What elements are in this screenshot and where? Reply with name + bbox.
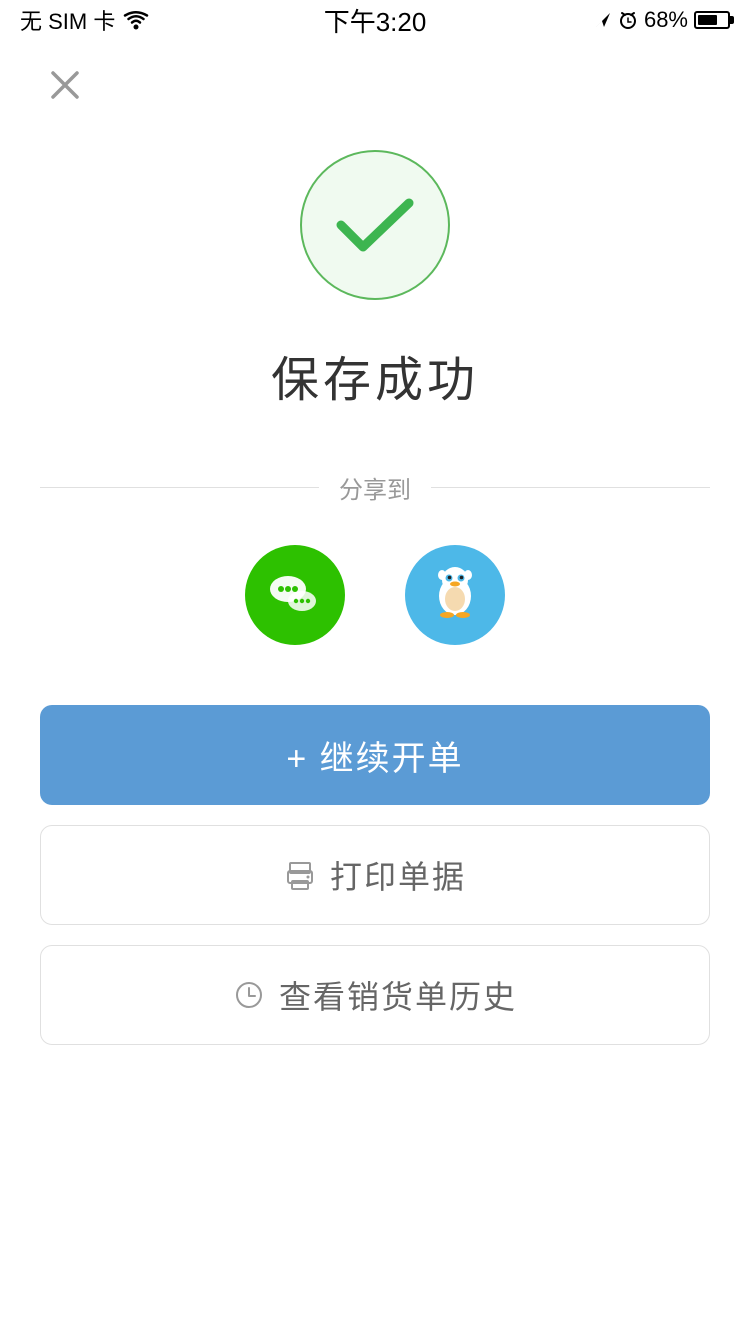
wechat-share-button[interactable]	[245, 545, 345, 645]
status-left: 无 SIM 卡	[20, 4, 149, 36]
checkmark-icon	[335, 195, 415, 255]
status-right: 68%	[594, 7, 730, 33]
main-content: 保存成功 分享到	[0, 40, 750, 1085]
success-section: 保存成功	[40, 150, 710, 410]
history-icon	[233, 979, 265, 1011]
print-button[interactable]: 打印单据	[40, 825, 710, 925]
share-label: 分享到	[339, 470, 411, 505]
status-bar: 无 SIM 卡 下午3:20 68%	[0, 0, 750, 40]
continue-order-button[interactable]: + 继续开单	[40, 705, 710, 805]
no-sim-text: 无 SIM 卡	[20, 4, 115, 36]
status-time: 下午3:20	[324, 2, 427, 39]
location-icon	[594, 11, 612, 29]
action-buttons: + 继续开单 打印单据 查看销货单历史	[40, 705, 710, 1045]
share-section: 分享到	[40, 470, 710, 645]
success-title: 保存成功	[271, 340, 479, 410]
share-divider: 分享到	[40, 470, 710, 505]
share-icons	[40, 545, 710, 645]
wifi-icon	[123, 10, 149, 30]
success-circle	[300, 150, 450, 300]
print-label: 打印单据	[330, 852, 466, 898]
wechat-icon	[266, 569, 324, 621]
close-button[interactable]	[40, 60, 90, 110]
qq-icon	[426, 564, 484, 626]
battery-percent: 68%	[644, 7, 688, 33]
history-label: 查看销货单历史	[279, 972, 517, 1018]
qq-share-button[interactable]	[405, 545, 505, 645]
battery-icon	[694, 11, 730, 29]
alarm-icon	[618, 10, 638, 30]
print-icon	[284, 859, 316, 891]
view-history-button[interactable]: 查看销货单历史	[40, 945, 710, 1045]
close-icon	[49, 69, 81, 101]
